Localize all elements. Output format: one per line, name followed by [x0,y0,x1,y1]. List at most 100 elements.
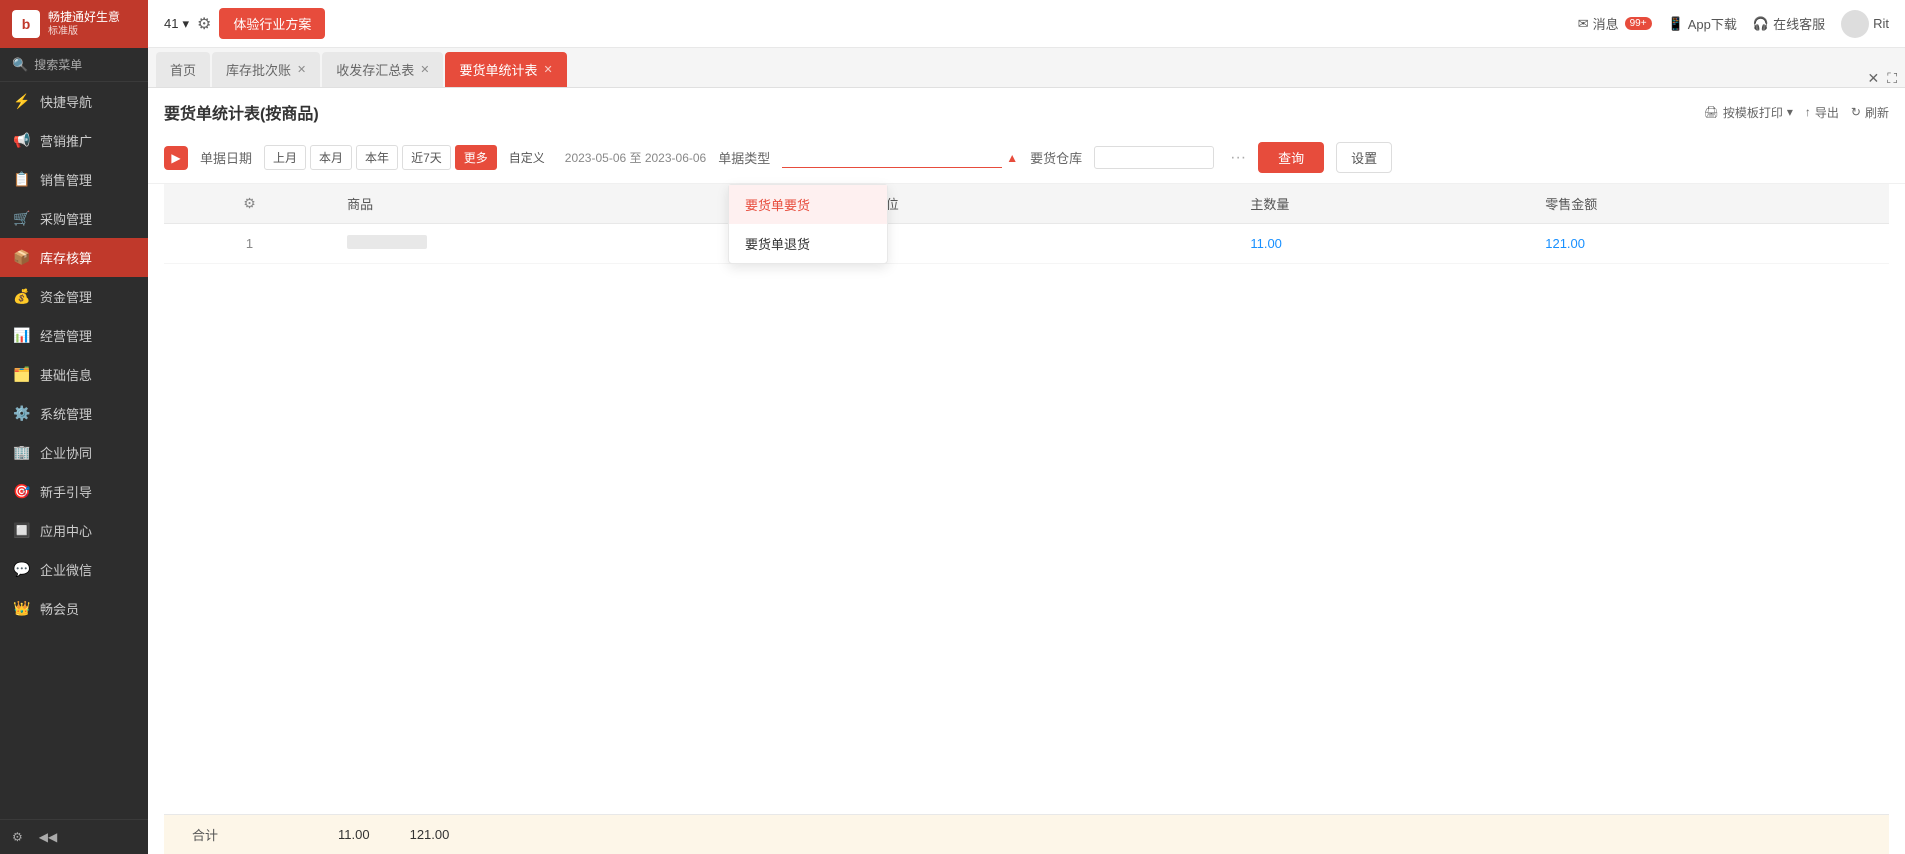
phone-icon: 📱 [1668,16,1684,32]
print-icon: 🖨 [1704,105,1719,119]
sidebar-item-basic[interactable]: 🗂️ 基础信息 [0,355,148,394]
product-placeholder [347,235,427,249]
tab-order-summary[interactable]: 要货单统计表 ✕ [445,52,566,87]
basic-icon: 🗂️ [12,366,32,383]
sidebar: b 畅捷通好生意 标准版 🔍 搜索菜单 ⚡ 快捷导航 📢 营销推广 📋 销售管理… [0,0,148,854]
sidebar-logo: b 畅捷通好生意 标准版 [0,0,148,48]
col-settings[interactable]: ⚙ [164,184,335,224]
tabs-bar: 首页 库存批次账 ✕ 收发存汇总表 ✕ 要货单统计表 ✕ ✕ ⛶ [148,48,1905,88]
row-amount[interactable]: 121.00 [1533,224,1889,264]
topbar-left: 41 ▾ ⚙ 体验行业方案 [164,8,1566,39]
quick-nav-icon: ⚡ [12,93,32,110]
warehouse-input[interactable] [1094,146,1214,169]
tab-close-inventory-batch[interactable]: ✕ [297,63,306,76]
sidebar-item-member[interactable]: 👑 畅会员 [0,589,148,628]
type-dropdown-icon[interactable]: ▲ [1006,151,1018,165]
tab-maximize-icon[interactable]: ⛶ [1887,70,1897,87]
date-btn-this-year[interactable]: 本年 [356,145,398,170]
row-no: 1 [164,224,335,264]
tab-home[interactable]: 首页 [156,52,210,87]
tab-minimize-icon[interactable]: ✕ [1867,70,1879,87]
date-btn-this-month[interactable]: 本月 [310,145,352,170]
print-btn[interactable]: 🖨 按模板打印 ▾ [1704,104,1793,121]
content-area: 要货单统计表(按商品) 🖨 按模板打印 ▾ ↑ 导出 ↻ 刷新 ▶ [148,88,1905,854]
system-icon: ⚙️ [12,405,32,422]
date-buttons: 上月 本月 本年 近7天 更多 自定义 [264,145,553,170]
enterprise-icon: 🏢 [12,444,32,461]
filter-bar: ▶ 单据日期 上月 本月 本年 近7天 更多 自定义 2023-05-06 至 … [148,132,1905,184]
sidebar-item-purchase[interactable]: 🛒 采购管理 [0,199,148,238]
store-selector[interactable]: 41 ▾ [164,16,189,32]
sidebar-item-finance[interactable]: 💰 资金管理 [0,277,148,316]
more-filters-btn[interactable]: ··· [1230,149,1246,167]
member-icon: 👑 [12,600,32,617]
dropdown-item-return[interactable]: 要货单退货 [729,224,887,263]
warehouse-label: 要货仓库 [1030,148,1082,167]
sidebar-item-operation[interactable]: 📊 经营管理 [0,316,148,355]
query-btn[interactable]: 查询 [1258,142,1324,173]
date-btn-7days[interactable]: 近7天 [402,145,451,170]
purchase-icon: 🛒 [12,210,32,227]
col-quantity: 主数量 [1238,184,1533,224]
topbar: 41 ▾ ⚙ 体验行业方案 ✉ 消息 99+ 📱 App下载 🎧 在线客服 R [148,0,1905,48]
date-label: 单据日期 [200,148,252,167]
sidebar-item-appstore[interactable]: 🔲 应用中心 [0,511,148,550]
data-table: ⚙ 商品 主计量单位 主数量 零售金额 1 块 11.00 [164,184,1889,264]
sidebar-menu: ⚡ 快捷导航 📢 营销推广 📋 销售管理 🛒 采购管理 📦 库存核算 💰 资金管… [0,82,148,819]
type-input-wrap: ▲ [782,148,1018,168]
collapse-icon[interactable]: ◀◀ [39,830,57,844]
service-icon: 🎧 [1753,16,1769,32]
col-amount: 零售金额 [1533,184,1889,224]
type-input[interactable] [782,148,1002,168]
messages-btn[interactable]: ✉ 消息 99+ [1578,14,1652,33]
sidebar-item-sales[interactable]: 📋 销售管理 [0,160,148,199]
row-quantity[interactable]: 11.00 [1238,224,1533,264]
sidebar-search[interactable]: 🔍 搜索菜单 [0,48,148,82]
settings-icon[interactable]: ⚙ [12,830,23,844]
tab-inventory-batch[interactable]: 库存批次账 ✕ [212,52,320,87]
date-range: 2023-05-06 至 2023-06-06 [565,149,706,166]
date-btn-more[interactable]: 更多 [455,145,497,170]
messages-icon: ✉ [1578,16,1589,32]
filter-expand-btn[interactable]: ▶ [164,146,188,170]
sidebar-item-wechat[interactable]: 💬 企业微信 [0,550,148,589]
table-row: 1 块 11.00 121.00 [164,224,1889,264]
page-title: 要货单统计表(按商品) [164,100,319,124]
sidebar-item-system[interactable]: ⚙️ 系统管理 [0,394,148,433]
page-header: 要货单统计表(按商品) 🖨 按模板打印 ▾ ↑ 导出 ↻ 刷新 [148,88,1905,132]
operation-icon: 📊 [12,327,32,344]
tab-receivable-summary[interactable]: 收发存汇总表 ✕ [322,52,443,87]
search-icon: 🔍 [12,57,28,73]
app-download-btn[interactable]: 📱 App下载 [1668,14,1737,33]
dropdown-item-purchase[interactable]: 要货单要货 [729,185,887,224]
finance-icon: 💰 [12,288,32,305]
trial-btn[interactable]: 体验行业方案 [219,8,325,39]
tab-close-order-summary[interactable]: ✕ [544,63,553,76]
sidebar-item-quick-nav[interactable]: ⚡ 快捷导航 [0,82,148,121]
footer-quantity: 11.00 [338,827,370,842]
tab-close-receivable-summary[interactable]: ✕ [420,63,429,76]
user-avatar-area[interactable]: Rit [1841,10,1889,38]
logo-icon: b [12,10,40,38]
print-dropdown-icon: ▾ [1787,105,1793,119]
type-label: 单据类型 [718,148,770,167]
date-custom-btn[interactable]: 自定义 [501,146,553,169]
wechat-icon: 💬 [12,561,32,578]
guide-icon: 🎯 [12,483,32,500]
date-btn-last-month[interactable]: 上月 [264,145,306,170]
export-btn[interactable]: ↑ 导出 [1805,104,1839,121]
filter-settings-btn[interactable]: 设置 [1336,142,1392,173]
marketing-icon: 📢 [12,132,32,149]
sidebar-item-enterprise[interactable]: 🏢 企业协同 [0,433,148,472]
topbar-settings-icon[interactable]: ⚙ [197,14,211,34]
sidebar-item-inventory[interactable]: 📦 库存核算 [0,238,148,277]
sidebar-item-marketing[interactable]: 📢 营销推广 [0,121,148,160]
appstore-icon: 🔲 [12,522,32,539]
online-service-btn[interactable]: 🎧 在线客服 [1753,14,1825,33]
refresh-icon: ↻ [1851,105,1861,119]
main-area: 41 ▾ ⚙ 体验行业方案 ✉ 消息 99+ 📱 App下载 🎧 在线客服 R [148,0,1905,854]
export-icon: ↑ [1805,105,1811,119]
sidebar-item-guide[interactable]: 🎯 新手引导 [0,472,148,511]
page-actions: 🖨 按模板打印 ▾ ↑ 导出 ↻ 刷新 [1704,104,1889,121]
refresh-btn[interactable]: ↻ 刷新 [1851,104,1889,121]
